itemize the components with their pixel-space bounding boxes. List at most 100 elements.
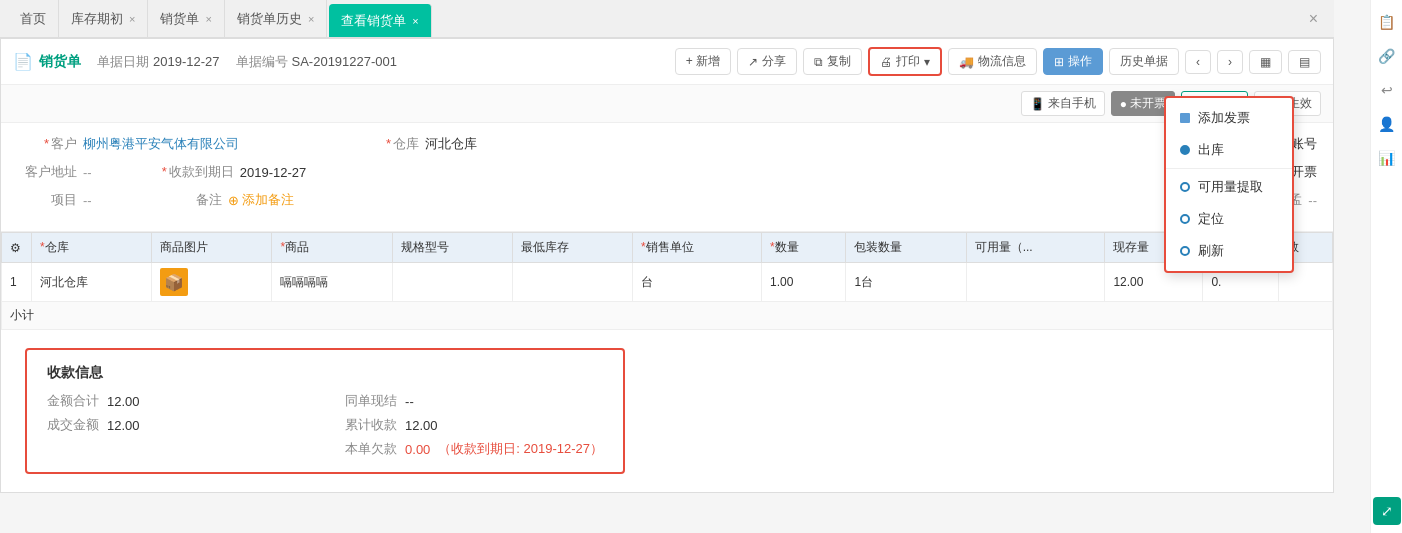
grid-icon: ⊞ (1054, 55, 1064, 69)
out-warehouse-icon (1180, 145, 1190, 155)
tab-view-sales[interactable]: 查看销货单 × (329, 4, 431, 37)
warehouse-field: *仓库 河北仓库 (359, 135, 477, 153)
prev-button[interactable]: ‹ (1185, 50, 1211, 74)
row-min-stock (512, 263, 632, 302)
refresh-item[interactable]: 刷新 (1166, 235, 1292, 267)
form-row-1: *客户 柳州粤港平安气体有限公司 *仓库 河北仓库 业务员 演示账号 (17, 135, 1317, 153)
add-note-button[interactable]: ⊕ 添加备注 (228, 191, 294, 209)
col-warehouse: *仓库 (32, 233, 152, 263)
dropdown-overlay: 添加发票 出库 可用量提取 定位 刷新 (1164, 96, 1294, 273)
plus-icon: ⊕ (228, 193, 239, 208)
tab-sales-order[interactable]: 销货单 × (148, 0, 224, 37)
operation-dropdown: 添加发票 出库 可用量提取 定位 刷新 (1164, 96, 1294, 273)
product-image: 📦 (160, 268, 188, 296)
logistics-button[interactable]: 🚚 物流信息 (948, 48, 1037, 75)
row-available (966, 263, 1105, 302)
close-tab-view-sales[interactable]: × (412, 15, 418, 27)
operation-button[interactable]: ⊞ 操作 (1043, 48, 1103, 75)
tab-sales-history[interactable]: 销货单历史 × (225, 0, 327, 37)
print-icon: 🖨 (880, 55, 892, 69)
table-section: ⚙ *仓库 商品图片 *商品 规格型号 最低库存 *销售单位 *数量 包装数量 … (1, 232, 1333, 330)
share-button[interactable]: ↗ 分享 (737, 48, 797, 75)
row-pack-qty: 1台 (846, 263, 966, 302)
share-icon: ↗ (748, 55, 758, 69)
trade-row: 成交金额 12.00 (47, 416, 305, 434)
layout1-button[interactable]: ▦ (1249, 50, 1282, 74)
col-unit: *销售单位 (633, 233, 762, 263)
gear-icon[interactable]: ⚙ (10, 241, 21, 255)
subtotal-cell: 小计 (2, 302, 1333, 330)
subtotal-row: 小计 (2, 302, 1333, 330)
doc-meta: 单据日期 2019-12-27 单据编号 SA-20191227-001 (97, 53, 397, 71)
tab-inventory-init[interactable]: 库存期初 × (59, 0, 148, 37)
ticket-icon: ● (1120, 97, 1127, 111)
tab-home[interactable]: 首页 (8, 0, 59, 37)
out-warehouse-item[interactable]: 出库 (1166, 134, 1292, 166)
sidebar-link-icon[interactable]: 🔗 (1373, 42, 1401, 70)
sidebar-return-icon[interactable]: ↩ (1373, 76, 1401, 104)
row-warehouse: 河北仓库 (32, 263, 152, 302)
col-pack-qty: 包装数量 (846, 233, 966, 263)
phone-icon: 📱 (1030, 97, 1045, 111)
toolbar-row: 📱 来自手机 ● 未开票 ✓ 已核销 ✓ 已生效 (1, 85, 1333, 123)
payment-section: 收款信息 金额合计 12.00 同单现结 -- 成交金额 12.00 (1, 330, 1333, 492)
customer-field: *客户 柳州粤港平安气体有限公司 (17, 135, 239, 153)
sidebar-user-icon[interactable]: 👤 (1373, 110, 1401, 138)
close-tab-history[interactable]: × (308, 13, 314, 25)
layout2-button[interactable]: ▤ (1288, 50, 1321, 74)
address-value: -- (83, 165, 92, 180)
doc-number-field: 单据编号 SA-20191227-001 (236, 53, 398, 71)
doc-title: 📄 销货单 (13, 52, 81, 71)
table-row: 1 河北仓库 📦 嗝嗝嗝嗝 台 1.00 1台 12.00 0. (2, 263, 1333, 302)
copy-icon: ⧉ (814, 55, 823, 69)
from-phone-button[interactable]: 📱 来自手机 (1021, 91, 1105, 116)
tab-bar: 首页 库存期初 × 销货单 × 销货单历史 × 查看销货单 × × (0, 0, 1334, 38)
main-content: 📄 销货单 单据日期 2019-12-27 单据编号 SA-20191227-0… (0, 38, 1334, 493)
close-all-button[interactable]: × (1301, 6, 1326, 32)
doc-header: 📄 销货单 单据日期 2019-12-27 单据编号 SA-20191227-0… (1, 39, 1333, 85)
truck-icon: 🚚 (959, 55, 974, 69)
project-value: -- (83, 193, 92, 208)
locate-icon (1180, 214, 1190, 224)
col-available: 可用量（... (966, 233, 1105, 263)
col-gear: ⚙ (2, 233, 32, 263)
form-section: *客户 柳州粤港平安气体有限公司 *仓库 河北仓库 业务员 演示账号 客户地址 … (1, 123, 1333, 232)
doc-date-field: 单据日期 2019-12-27 (97, 53, 220, 71)
right-sidebar: 📋 🔗 ↩ 👤 📊 ⤢ (1370, 0, 1402, 493)
row-image: 📦 (152, 263, 272, 302)
close-tab-inventory[interactable]: × (129, 13, 135, 25)
payment-grid: 金额合计 12.00 同单现结 -- 成交金额 12.00 累计收款 12.00 (47, 392, 603, 458)
owed-row: 本单欠款 0.00 （收款到期日: 2019-12-27） (345, 440, 603, 458)
print-button[interactable]: 🖨 打印 ▾ (868, 47, 942, 76)
copy-button[interactable]: ⧉ 复制 (803, 48, 862, 75)
row-unit: 台 (633, 263, 762, 302)
data-table: ⚙ *仓库 商品图片 *商品 规格型号 最低库存 *销售单位 *数量 包装数量 … (1, 232, 1333, 330)
same-settle-row: 同单现结 -- (345, 392, 603, 410)
payment-title: 收款信息 (47, 364, 603, 382)
sidebar-chart-icon[interactable]: 📊 (1373, 144, 1401, 172)
next-button[interactable]: › (1217, 50, 1243, 74)
available-qty-item[interactable]: 可用量提取 (1166, 171, 1292, 203)
cumulative-row: 累计收款 12.00 (345, 416, 603, 434)
note-field: 备注 ⊕ 添加备注 (162, 191, 294, 209)
warehouse-value: 河北仓库 (425, 135, 477, 153)
col-qty: *数量 (761, 233, 845, 263)
locate-item[interactable]: 定位 (1166, 203, 1292, 235)
col-product: *商品 (272, 233, 392, 263)
close-tab-sales[interactable]: × (205, 13, 211, 25)
available-icon (1180, 182, 1190, 192)
history-button[interactable]: 历史单据 (1109, 48, 1179, 75)
add-invoice-item[interactable]: 添加发票 (1166, 102, 1292, 134)
form-row-2: 客户地址 -- *收款到期日 2019-12-27 *票据类型 不开票 (17, 163, 1317, 181)
sidebar-doc-icon[interactable]: 📋 (1373, 8, 1401, 36)
refresh-icon (1180, 246, 1190, 256)
table-header-row: ⚙ *仓库 商品图片 *商品 规格型号 最低库存 *销售单位 *数量 包装数量 … (2, 233, 1333, 263)
invoice-icon (1180, 113, 1190, 123)
new-button[interactable]: + 新增 (675, 48, 731, 75)
customer-value[interactable]: 柳州粤港平安气体有限公司 (83, 135, 239, 153)
row-product: 嗝嗝嗝嗝 (272, 263, 392, 302)
project-field: 项目 -- (17, 191, 92, 209)
payment-date-value: 2019-12-27 (240, 165, 307, 180)
row-num: 1 (2, 263, 32, 302)
print-dropdown-icon: ▾ (924, 55, 930, 69)
